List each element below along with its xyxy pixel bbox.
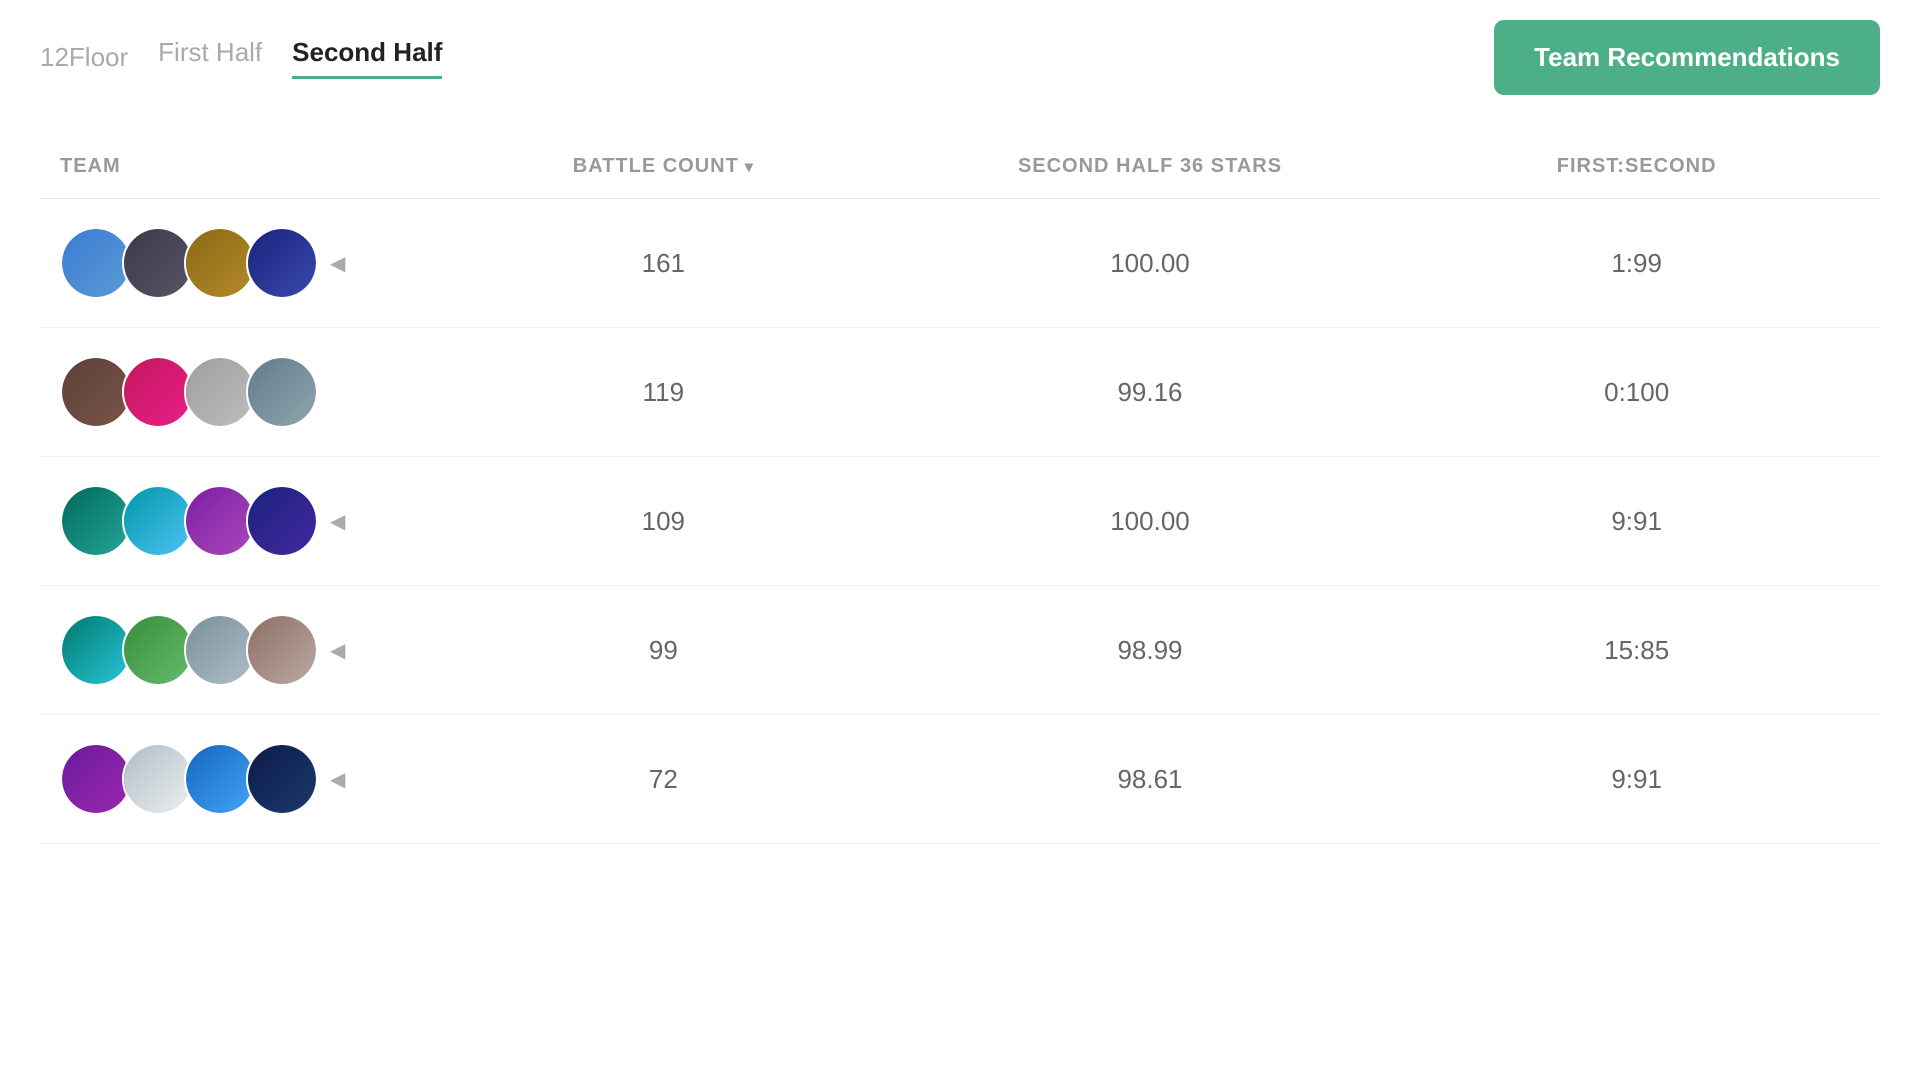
second-half-stars-value: 100.00 — [907, 506, 1394, 537]
play-icon[interactable]: ◀ — [330, 767, 345, 792]
second-half-stars-value: 98.61 — [907, 764, 1394, 795]
team-cell: ◀ — [40, 227, 420, 299]
second-half-stars-value: 100.00 — [907, 248, 1394, 279]
avatar-group — [60, 485, 318, 557]
first-second-value: 15:85 — [1393, 635, 1880, 666]
first-second-value: 9:91 — [1393, 764, 1880, 795]
battle-count-value: 161 — [420, 248, 907, 279]
team-cell: ◀ — [40, 614, 420, 686]
table-row: ◀ 161100.001:99 — [40, 199, 1880, 328]
first-second-value: 0:100 — [1393, 377, 1880, 408]
first-second-value: 1:99 — [1393, 248, 1880, 279]
battle-count-value: 99 — [420, 635, 907, 666]
table-header: TEAM BATTLE COUNT ▾ SECOND HALF 36 STARS… — [40, 135, 1880, 199]
avatar — [246, 227, 318, 299]
table-row: 11999.160:100 — [40, 328, 1880, 457]
avatar-group — [60, 227, 318, 299]
battle-count-value: 109 — [420, 506, 907, 537]
table-wrapper: TEAM BATTLE COUNT ▾ SECOND HALF 36 STARS… — [0, 95, 1920, 844]
battle-count-value: 72 — [420, 764, 907, 795]
col-battle-count[interactable]: BATTLE COUNT ▾ — [420, 155, 907, 178]
battle-count-value: 119 — [420, 377, 907, 408]
avatar — [246, 743, 318, 815]
table-row: ◀ 7298.619:91 — [40, 715, 1880, 844]
table-row: ◀ 109100.009:91 — [40, 457, 1880, 586]
avatar-group — [60, 614, 318, 686]
second-half-stars-value: 99.16 — [907, 377, 1394, 408]
team-cell: ◀ — [40, 485, 420, 557]
avatar — [246, 356, 318, 428]
page-header: 12Floor First Half Second Half Team Reco… — [0, 0, 1920, 95]
team-recommendations-button[interactable]: Team Recommendations — [1494, 20, 1880, 95]
avatar — [246, 485, 318, 557]
team-cell: ◀ — [40, 743, 420, 815]
table-body: ◀161100.001:9911999.160:100◀109100.009:9… — [40, 199, 1880, 844]
avatar — [246, 614, 318, 686]
play-icon[interactable]: ◀ — [330, 509, 345, 534]
col-first-second: FIRST:SECOND — [1393, 155, 1880, 178]
col-team: TEAM — [40, 155, 420, 178]
avatar-group — [60, 356, 318, 428]
table-row: ◀ 9998.9915:85 — [40, 586, 1880, 715]
tab-second-half[interactable]: Second Half — [292, 37, 442, 79]
second-half-stars-value: 98.99 — [907, 635, 1394, 666]
tab-first-half[interactable]: First Half — [158, 37, 262, 79]
col-second-half-stars: SECOND HALF 36 STARS — [907, 155, 1394, 178]
floor-label[interactable]: 12Floor — [40, 42, 128, 73]
play-icon[interactable]: ◀ — [330, 638, 345, 663]
play-icon[interactable]: ◀ — [330, 251, 345, 276]
avatar-group — [60, 743, 318, 815]
nav-tabs: 12Floor First Half Second Half — [40, 37, 442, 79]
team-cell — [40, 356, 420, 428]
sort-icon: ▾ — [745, 157, 754, 177]
first-second-value: 9:91 — [1393, 506, 1880, 537]
